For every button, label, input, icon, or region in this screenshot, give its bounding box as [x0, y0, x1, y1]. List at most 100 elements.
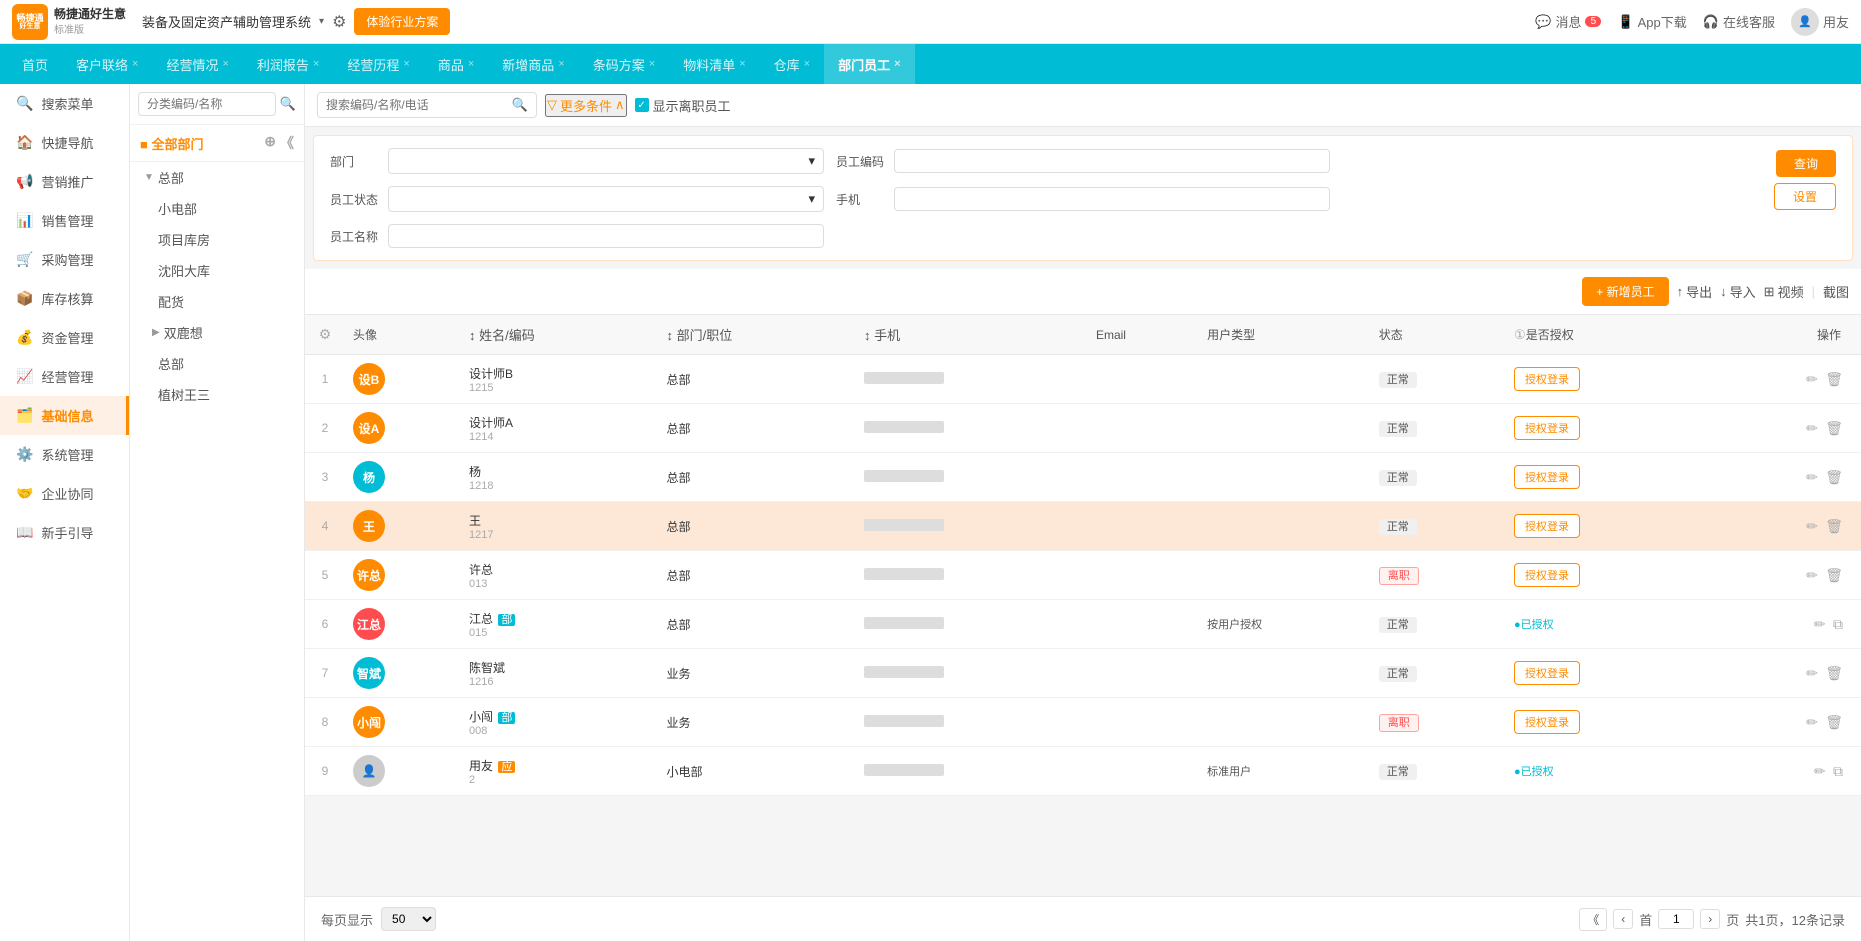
authorize-button[interactable]: 授权登录 — [1514, 367, 1580, 391]
sidebar-item-nav[interactable]: 🏠 快捷导航 — [0, 123, 129, 162]
app-download-btn[interactable]: 📱 App下载 — [1617, 12, 1686, 31]
delete-icon[interactable]: 🗑 — [1825, 420, 1843, 436]
next-page-button[interactable]: › — [1700, 909, 1720, 929]
name-filter-input[interactable] — [388, 224, 824, 248]
tab-department[interactable]: 部门员工 × — [824, 44, 914, 84]
tab-customer[interactable]: 客户联络 × — [62, 44, 152, 84]
authorize-button[interactable]: 授权登录 — [1514, 514, 1580, 538]
close-icon[interactable]: × — [558, 58, 564, 70]
edit-icon[interactable]: ✏ — [1806, 518, 1818, 534]
sidebar-item-purchase[interactable]: 🛒 采购管理 — [0, 240, 129, 279]
delete-icon[interactable]: 🗑 — [1825, 469, 1843, 485]
view-button[interactable]: ⊞ 视频 — [1764, 282, 1804, 301]
sidebar-item-guide[interactable]: 📖 新手引导 — [0, 513, 129, 552]
tab-goods[interactable]: 商品 × — [424, 44, 488, 84]
column-settings-icon[interactable]: ⚙ — [319, 326, 332, 342]
delete-icon[interactable]: 🗑 — [1825, 371, 1843, 387]
reset-button[interactable]: 设置 — [1774, 183, 1836, 210]
dept-node-xiangmu[interactable]: 项目库房 — [130, 224, 304, 255]
tab-journey[interactable]: 经营历程 × — [333, 44, 423, 84]
authorize-button[interactable]: 授权登录 — [1514, 465, 1580, 489]
first-page-button[interactable]: 《 — [1579, 908, 1607, 931]
sidebar-item-sales[interactable]: 📊 销售管理 — [0, 201, 129, 240]
close-icon[interactable]: × — [222, 58, 228, 70]
authorize-button[interactable]: 授权登录 — [1514, 661, 1580, 685]
col-dept[interactable]: ↕ 部门/职位 — [658, 315, 856, 355]
page-number-input[interactable] — [1658, 909, 1694, 929]
close-icon[interactable]: × — [468, 58, 474, 70]
search-button[interactable]: 查询 — [1776, 150, 1836, 177]
edit-icon[interactable]: ✏ — [1806, 420, 1818, 436]
export-button[interactable]: ↑ 导出 — [1677, 282, 1713, 301]
dept-edit-icon[interactable]: ⊕ — [264, 133, 276, 153]
edit-icon[interactable]: ✏ — [1806, 665, 1818, 681]
dept-node-shenyang[interactable]: 沈阳大库 — [130, 255, 304, 286]
trial-button[interactable]: 体验行业方案 — [354, 8, 450, 35]
dept-node-zongbu-child[interactable]: 总部 — [130, 348, 304, 379]
close-icon[interactable]: × — [313, 58, 319, 70]
status-filter-select[interactable]: ▾ — [388, 186, 824, 212]
edit-icon[interactable]: ✏ — [1814, 763, 1826, 779]
search-input[interactable] — [326, 98, 508, 112]
tab-profit[interactable]: 利润报告 × — [243, 44, 333, 84]
dept-search-input[interactable] — [138, 92, 276, 116]
sidebar-item-finance[interactable]: 💰 资金管理 — [0, 318, 129, 357]
dept-node-shuanglu[interactable]: ▶ 双鹿想 — [130, 317, 304, 348]
edit-icon[interactable]: ✏ — [1806, 469, 1818, 485]
authorize-button[interactable]: 授权登录 — [1514, 563, 1580, 587]
sidebar-item-inventory[interactable]: 📦 库存核算 — [0, 279, 129, 318]
dept-collapse-icon[interactable]: 《 — [280, 133, 294, 153]
user-btn[interactable]: 👤 用友 — [1791, 8, 1849, 36]
col-name[interactable]: ↕ 姓名/编码 — [461, 315, 659, 355]
delete-icon[interactable]: 🗑 — [1825, 518, 1843, 534]
screenshot-button[interactable]: 截图 — [1823, 282, 1849, 301]
import-button[interactable]: ↓ 导入 — [1720, 282, 1756, 301]
copy-icon[interactable]: ⧉ — [1833, 616, 1843, 632]
close-icon[interactable]: × — [649, 58, 655, 70]
tab-home[interactable]: 首页 — [8, 44, 62, 84]
edit-icon[interactable]: ✏ — [1806, 567, 1818, 583]
sidebar-item-management[interactable]: 📈 经营管理 — [0, 357, 129, 396]
dept-node-zhishu[interactable]: 植树王三 — [130, 379, 304, 410]
dept-node-peihuo[interactable]: 配货 — [130, 286, 304, 317]
phone-filter-input[interactable] — [894, 187, 1330, 211]
close-icon[interactable]: × — [894, 58, 900, 70]
online-service-btn[interactable]: 🎧 在线客服 — [1703, 12, 1775, 31]
dept-node-zongbu-parent[interactable]: ▼ 总部 — [130, 162, 304, 193]
close-icon[interactable]: × — [132, 58, 138, 70]
col-settings[interactable]: ⚙ — [305, 315, 345, 355]
close-icon[interactable]: × — [403, 58, 409, 70]
delete-icon[interactable]: 🗑 — [1825, 567, 1843, 583]
code-filter-input[interactable] — [894, 149, 1330, 173]
authorize-button[interactable]: 授权登录 — [1514, 416, 1580, 440]
sidebar-item-system[interactable]: ⚙️ 系统管理 — [0, 435, 129, 474]
sidebar-item-search[interactable]: 🔍 搜索菜单 — [0, 84, 129, 123]
close-icon[interactable]: × — [804, 58, 810, 70]
tab-warehouse[interactable]: 仓库 × — [760, 44, 824, 84]
tab-operation[interactable]: 经营情况 × — [152, 44, 242, 84]
edit-icon[interactable]: ✏ — [1814, 616, 1826, 632]
col-phone[interactable]: ↕ 手机 — [856, 315, 1088, 355]
edit-icon[interactable]: ✏ — [1806, 714, 1818, 730]
copy-icon[interactable]: ⧉ — [1833, 763, 1843, 779]
prev-page-button[interactable]: ‹ — [1613, 909, 1633, 929]
edit-icon[interactable]: ✏ — [1806, 371, 1818, 387]
settings-icon[interactable]: ⚙ — [332, 12, 346, 32]
tab-bom[interactable]: 物料清单 × — [669, 44, 759, 84]
close-icon[interactable]: × — [739, 58, 745, 70]
delete-icon[interactable]: 🗑 — [1825, 714, 1843, 730]
tab-add-goods[interactable]: 新增商品 × — [488, 44, 578, 84]
per-page-select[interactable]: 50 100 — [381, 907, 436, 931]
system-title-arrow[interactable]: ▾ — [319, 16, 324, 27]
dept-node-xiaodian[interactable]: 小电部 — [130, 193, 304, 224]
sidebar-item-basic[interactable]: 🗂️ 基础信息 — [0, 396, 129, 435]
sidebar-item-marketing[interactable]: 📢 营销推广 — [0, 162, 129, 201]
tab-barcode[interactable]: 条码方案 × — [579, 44, 669, 84]
dept-search-icon[interactable]: 🔍 — [280, 96, 296, 112]
sidebar-item-collab[interactable]: 🤝 企业协同 — [0, 474, 129, 513]
add-employee-button[interactable]: + 新增员工 — [1582, 277, 1668, 306]
delete-icon[interactable]: 🗑 — [1825, 665, 1843, 681]
dept-filter-select[interactable]: ▾ — [388, 148, 824, 174]
show-resigned-toggle[interactable]: ✓ 显示离职员工 — [635, 96, 731, 115]
more-filter-btn[interactable]: ▽ 更多条件 ∧ — [545, 94, 627, 117]
